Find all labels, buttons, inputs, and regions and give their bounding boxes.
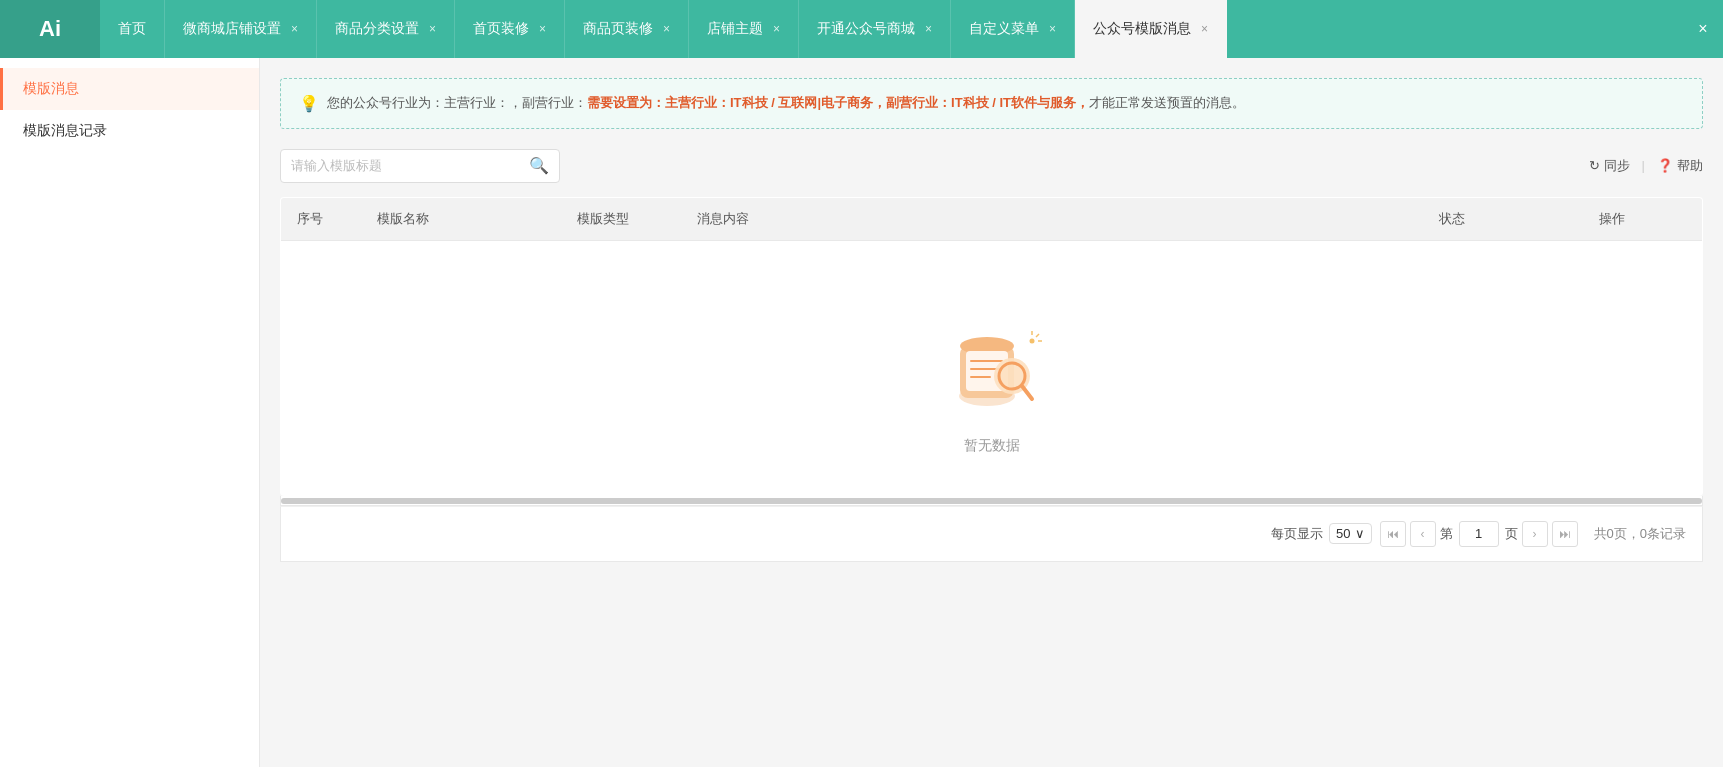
nav-tab-close[interactable]: × <box>291 22 298 36</box>
page-prefix-label: 第 <box>1440 525 1453 543</box>
sidebar-item-template-msg[interactable]: 模版消息 <box>0 68 259 110</box>
nav-tab-category-settings[interactable]: 商品分类设置 × <box>317 0 455 58</box>
content-area: 💡 您的公众号行业为：主营行业：，副营行业：需要设置为：主营行业：IT科技 / … <box>260 58 1723 767</box>
table-header-row: 序号模版名称模版类型消息内容状态操作 <box>281 197 1703 240</box>
nav-tab-label: 首页 <box>118 20 146 38</box>
nav-tab-close[interactable]: × <box>429 22 436 36</box>
empty-state: 暂无数据 <box>281 241 1702 495</box>
search-bar: 🔍 ↻ 同步 | ❓ 帮助 <box>280 149 1703 183</box>
svg-line-13 <box>1036 334 1039 337</box>
page-size-select[interactable]: 50 ∨ <box>1329 523 1371 544</box>
nav-tab-product-decor[interactable]: 商品页装修 × <box>565 0 689 58</box>
help-label: 帮助 <box>1677 157 1703 175</box>
sync-label: 同步 <box>1604 157 1630 175</box>
pagination: 每页显示 50 ∨ ⏮ ‹ 第 页 › ⏭ 共0页，0条记录 <box>280 506 1703 562</box>
nav-tab-close[interactable]: × <box>773 22 780 36</box>
page-number-input[interactable] <box>1459 521 1499 547</box>
data-table: 序号模版名称模版类型消息内容状态操作 <box>280 197 1703 496</box>
notice-box: 💡 您的公众号行业为：主营行业：，副营行业：需要设置为：主营行业：IT科技 / … <box>280 78 1703 129</box>
next-page-button[interactable]: › <box>1522 521 1548 547</box>
empty-text: 暂无数据 <box>964 437 1020 455</box>
table-header-name: 模版名称 <box>361 197 561 240</box>
search-input-wrap[interactable]: 🔍 <box>280 149 560 183</box>
nav-tab-close[interactable]: × <box>1201 22 1208 36</box>
table-header-content: 消息内容 <box>681 197 1423 240</box>
nav-tab-label: 公众号模版消息 <box>1093 20 1191 38</box>
notice-icon: 💡 <box>299 94 319 113</box>
notice-text: 您的公众号行业为：主营行业：，副营行业：需要设置为：主营行业：IT科技 / 互联… <box>327 93 1245 114</box>
empty-illustration <box>932 301 1052 421</box>
page-size-value: 50 <box>1336 526 1350 541</box>
sync-button[interactable]: ↻ 同步 <box>1589 157 1630 175</box>
help-icon: ❓ <box>1657 158 1673 173</box>
nav-tab-label: 开通公众号商城 <box>817 20 915 38</box>
nav-tab-label: 自定义菜单 <box>969 20 1039 38</box>
table-scrollbar-thumb[interactable] <box>281 498 1702 504</box>
nav-tab-label: 首页装修 <box>473 20 529 38</box>
nav-tab-template-msg[interactable]: 公众号模版消息 × <box>1075 0 1227 58</box>
table-header-type: 模版类型 <box>561 197 681 240</box>
nav-tab-home-decor[interactable]: 首页装修 × <box>455 0 565 58</box>
toolbar-right: ↻ 同步 | ❓ 帮助 <box>1589 157 1703 175</box>
search-input[interactable] <box>291 158 529 173</box>
first-page-button[interactable]: ⏮ <box>1380 521 1406 547</box>
logo: Ai <box>0 0 100 58</box>
help-button[interactable]: ❓ 帮助 <box>1657 157 1703 175</box>
nav-tab-close[interactable]: × <box>663 22 670 36</box>
main-layout: 模版消息模版消息记录 💡 您的公众号行业为：主营行业：，副营行业：需要设置为：主… <box>0 58 1723 767</box>
nav-tab-close[interactable]: × <box>1049 22 1056 36</box>
sidebar-item-template-msg-records[interactable]: 模版消息记录 <box>0 110 259 152</box>
notice-suffix: 才能正常发送预置的消息。 <box>1089 95 1245 110</box>
nav-tab-shop-settings[interactable]: 微商城店铺设置 × <box>165 0 317 58</box>
page-total: 共0页，0条记录 <box>1594 525 1686 543</box>
nav-tab-close[interactable]: × <box>539 22 546 36</box>
nav-tabs: 首页微商城店铺设置×商品分类设置×首页装修×商品页装修×店铺主题×开通公众号商城… <box>100 0 1683 58</box>
table-header-status: 状态 <box>1423 197 1583 240</box>
page-nav: ⏮ ‹ 第 页 › ⏭ <box>1380 521 1578 547</box>
prev-page-button[interactable]: ‹ <box>1410 521 1436 547</box>
sidebar: 模版消息模版消息记录 <box>0 58 260 767</box>
nav-tab-custom-menu[interactable]: 自定义菜单 × <box>951 0 1075 58</box>
top-nav: Ai 首页微商城店铺设置×商品分类设置×首页装修×商品页装修×店铺主题×开通公众… <box>0 0 1723 58</box>
nav-tab-label: 商品页装修 <box>583 20 653 38</box>
nav-tab-shop-theme[interactable]: 店铺主题 × <box>689 0 799 58</box>
divider: | <box>1642 158 1645 173</box>
search-button[interactable]: 🔍 <box>529 156 549 175</box>
page-suffix-label: 页 <box>1505 525 1518 543</box>
logo-text: Ai <box>39 16 61 42</box>
page-size-label: 每页显示 <box>1271 525 1323 543</box>
close-all-button[interactable]: × <box>1683 0 1723 58</box>
nav-tab-label: 商品分类设置 <box>335 20 419 38</box>
svg-line-9 <box>1022 386 1032 399</box>
notice-prefix: 您的公众号行业为：主营行业：，副营行业： <box>327 95 587 110</box>
notice-highlight: 需要设置为：主营行业：IT科技 / 互联网|电子商务，副营行业：IT科技 / I… <box>587 95 1089 110</box>
page-input-wrap: 第 页 <box>1440 521 1518 547</box>
table-header-action: 操作 <box>1583 197 1703 240</box>
nav-tab-close[interactable]: × <box>925 22 932 36</box>
svg-point-10 <box>1029 338 1034 343</box>
nav-tab-label: 微商城店铺设置 <box>183 20 281 38</box>
nav-tab-open-mall[interactable]: 开通公众号商城 × <box>799 0 951 58</box>
last-page-button[interactable]: ⏭ <box>1552 521 1578 547</box>
table-header-seq: 序号 <box>281 197 361 240</box>
chevron-down-icon: ∨ <box>1355 526 1365 541</box>
sync-icon: ↻ <box>1589 158 1600 173</box>
nav-tab-home[interactable]: 首页 <box>100 0 165 58</box>
table-scrollbar[interactable] <box>280 496 1703 506</box>
nav-tab-label: 店铺主题 <box>707 20 763 38</box>
page-size-wrap: 每页显示 50 ∨ <box>1271 523 1371 544</box>
